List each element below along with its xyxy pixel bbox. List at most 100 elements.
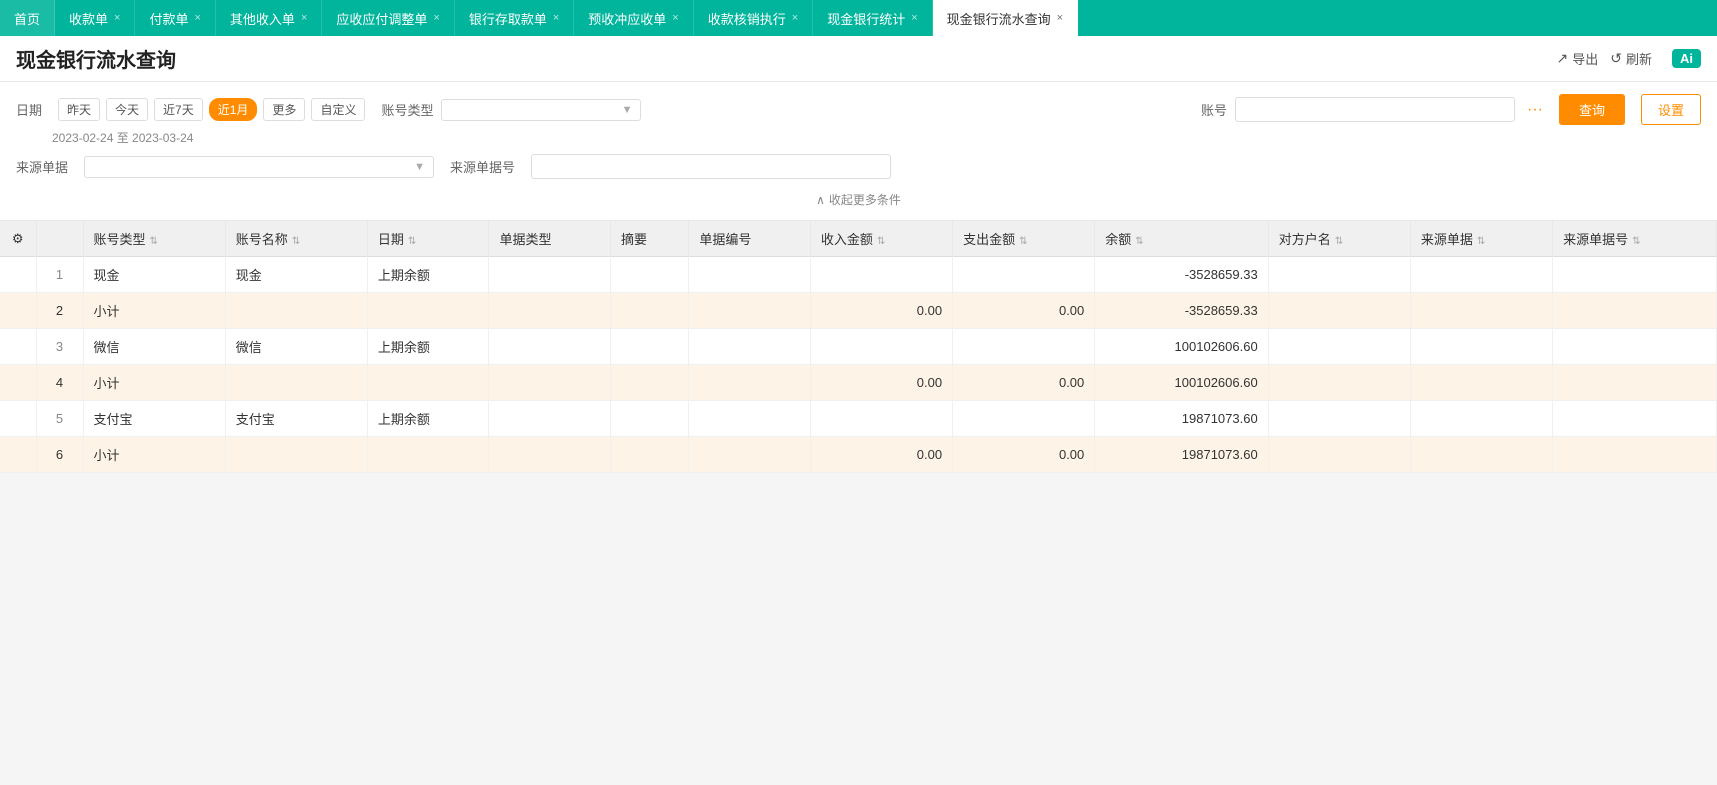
date-btn-yesterday[interactable]: 昨天 bbox=[58, 98, 100, 121]
table-row: 1现金现金上期余额-3528659.33 bbox=[0, 257, 1717, 293]
date-btn-1month[interactable]: 近1月 bbox=[209, 98, 258, 121]
cell-balance: -3528659.33 bbox=[1095, 293, 1268, 329]
cell-account-type: 现金 bbox=[83, 257, 225, 293]
cell-account-type: 小计 bbox=[83, 437, 225, 473]
nav-cash-stat-close[interactable]: × bbox=[911, 12, 917, 24]
nav-pre-offset-label: 预收冲应收单 bbox=[588, 9, 666, 28]
nav-payment[interactable]: 付款单 × bbox=[135, 0, 215, 36]
nav-pre-offset[interactable]: 预收冲应收单 × bbox=[574, 0, 693, 36]
query-button[interactable]: 查询 bbox=[1559, 94, 1625, 125]
source-doc-no-input[interactable] bbox=[531, 154, 891, 179]
nav-payment-close[interactable]: × bbox=[194, 12, 200, 24]
nav-other-income-close[interactable]: × bbox=[301, 12, 307, 24]
cell-doc-type bbox=[489, 437, 611, 473]
table-row: 2小计0.000.00-3528659.33 bbox=[0, 293, 1717, 329]
cell-account-type: 微信 bbox=[83, 329, 225, 365]
cell-summary bbox=[611, 257, 689, 293]
refresh-label: 刷新 bbox=[1626, 49, 1652, 68]
cell-income bbox=[810, 401, 952, 437]
source-doc-select[interactable]: ▼ bbox=[84, 156, 434, 178]
col-expense[interactable]: 支出金额⇅ bbox=[953, 221, 1095, 257]
cell-source-doc-no bbox=[1553, 365, 1717, 401]
settings-button[interactable]: 设置 bbox=[1641, 94, 1701, 125]
date-btn-7days[interactable]: 近7天 bbox=[154, 98, 203, 121]
col-counterparty[interactable]: 对方户名⇅ bbox=[1268, 221, 1410, 257]
date-btn-today[interactable]: 今天 bbox=[106, 98, 148, 121]
col-index bbox=[36, 221, 83, 257]
col-income[interactable]: 收入金额⇅ bbox=[810, 221, 952, 257]
date-btn-more[interactable]: 更多 bbox=[263, 98, 305, 121]
nav-cash-stat[interactable]: 现金银行统计 × bbox=[813, 0, 932, 36]
nav-other-income[interactable]: 其他收入单 × bbox=[216, 0, 322, 36]
table-container: ⚙ 账号类型⇅ 账号名称⇅ 日期⇅ 单据类型 摘要 单据编号 收入金额⇅ 支出金… bbox=[0, 221, 1717, 473]
cell-income bbox=[810, 257, 952, 293]
cell-expense bbox=[953, 257, 1095, 293]
nav-pre-offset-close[interactable]: × bbox=[672, 12, 678, 24]
ai-badge[interactable]: Ai bbox=[1672, 49, 1701, 68]
cell-source-doc-no bbox=[1553, 257, 1717, 293]
col-date[interactable]: 日期⇅ bbox=[367, 221, 489, 257]
cell-income bbox=[810, 329, 952, 365]
nav-cash-flow[interactable]: 现金银行流水查询 × bbox=[933, 0, 1078, 36]
cell-account-name bbox=[225, 365, 367, 401]
filter-area: 日期 昨天 今天 近7天 近1月 更多 自定义 账号类型 ▼ 账号 ··· 查询… bbox=[0, 82, 1717, 221]
cell-doc-no bbox=[689, 329, 811, 365]
col-balance[interactable]: 余额⇅ bbox=[1095, 221, 1268, 257]
filter-row-2: 来源单据 ▼ 来源单据号 bbox=[16, 154, 1701, 179]
cell-doc-type bbox=[489, 365, 611, 401]
cell-counterparty bbox=[1268, 293, 1410, 329]
cell-source-doc bbox=[1410, 365, 1552, 401]
cell-date: 上期余额 bbox=[367, 257, 489, 293]
nav-bank-deposit[interactable]: 银行存取款单 × bbox=[455, 0, 574, 36]
account-input[interactable] bbox=[1235, 97, 1515, 122]
cell-source-doc-no bbox=[1553, 329, 1717, 365]
cell-income: 0.00 bbox=[810, 437, 952, 473]
account-label: 账号 bbox=[1201, 100, 1227, 119]
export-button[interactable]: ↗ 导出 bbox=[1557, 49, 1599, 68]
cell-account-name: 微信 bbox=[225, 329, 367, 365]
cell-doc-no bbox=[689, 365, 811, 401]
col-account-type[interactable]: 账号类型⇅ bbox=[83, 221, 225, 257]
header-actions: ↗ 导出 ↺ 刷新 Ai bbox=[1557, 49, 1702, 68]
cell-balance: 100102606.60 bbox=[1095, 329, 1268, 365]
cell-expense: 0.00 bbox=[953, 365, 1095, 401]
nav-cash-flow-close[interactable]: × bbox=[1057, 12, 1063, 24]
collapse-button[interactable]: ∧ 收起更多条件 bbox=[816, 191, 901, 208]
nav-ar-adjust-label: 应收应付调整单 bbox=[336, 9, 427, 28]
date-options: 昨天 今天 近7天 近1月 更多 自定义 bbox=[58, 98, 365, 121]
cell-income: 0.00 bbox=[810, 365, 952, 401]
cell-doc-type bbox=[489, 401, 611, 437]
cell-source-doc bbox=[1410, 293, 1552, 329]
account-more-button[interactable]: ··· bbox=[1527, 101, 1543, 119]
nav-other-income-label: 其他收入单 bbox=[230, 9, 295, 28]
cell-gear bbox=[0, 329, 36, 365]
nav-bank-deposit-close[interactable]: × bbox=[553, 12, 559, 24]
col-source-doc-no[interactable]: 来源单据号⇅ bbox=[1553, 221, 1717, 257]
table-row: 4小计0.000.00100102606.60 bbox=[0, 365, 1717, 401]
nav-home-label: 首页 bbox=[14, 9, 40, 28]
cell-doc-type bbox=[489, 293, 611, 329]
cell-source-doc bbox=[1410, 329, 1552, 365]
filter-row-1: 日期 昨天 今天 近7天 近1月 更多 自定义 账号类型 ▼ 账号 ··· 查询… bbox=[16, 94, 1701, 125]
col-source-doc[interactable]: 来源单据⇅ bbox=[1410, 221, 1552, 257]
refresh-button[interactable]: ↺ 刷新 bbox=[1610, 49, 1652, 68]
nav-bank-deposit-label: 银行存取款单 bbox=[469, 9, 547, 28]
cell-source-doc bbox=[1410, 437, 1552, 473]
col-gear[interactable]: ⚙ bbox=[0, 221, 36, 257]
nav-cash-stat-label: 现金银行统计 bbox=[827, 9, 905, 28]
nav-writeoff[interactable]: 收款核销执行 × bbox=[694, 0, 813, 36]
nav-home[interactable]: 首页 bbox=[0, 0, 55, 36]
col-account-name[interactable]: 账号名称⇅ bbox=[225, 221, 367, 257]
nav-writeoff-close[interactable]: × bbox=[792, 12, 798, 24]
cell-balance: -3528659.33 bbox=[1095, 257, 1268, 293]
nav-ar-adjust-close[interactable]: × bbox=[433, 12, 439, 24]
account-type-select[interactable]: ▼ bbox=[441, 99, 641, 121]
nav-ar-adjust[interactable]: 应收应付调整单 × bbox=[322, 0, 454, 36]
nav-receipt-close[interactable]: × bbox=[114, 12, 120, 24]
date-btn-custom[interactable]: 自定义 bbox=[311, 98, 365, 121]
cell-date: 上期余额 bbox=[367, 329, 489, 365]
cell-source-doc bbox=[1410, 401, 1552, 437]
nav-receipt[interactable]: 收款单 × bbox=[55, 0, 135, 36]
collapse-row: ∧ 收起更多条件 bbox=[16, 187, 1701, 212]
table-row: 6小计0.000.0019871073.60 bbox=[0, 437, 1717, 473]
